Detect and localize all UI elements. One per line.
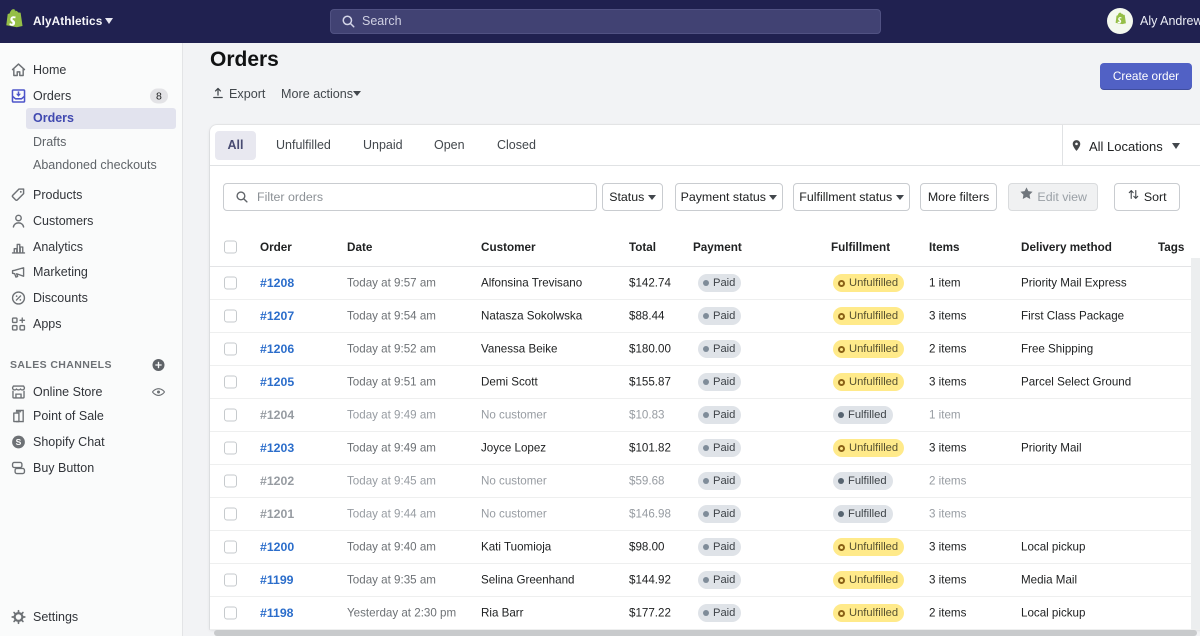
svg-text:S: S — [16, 437, 22, 447]
